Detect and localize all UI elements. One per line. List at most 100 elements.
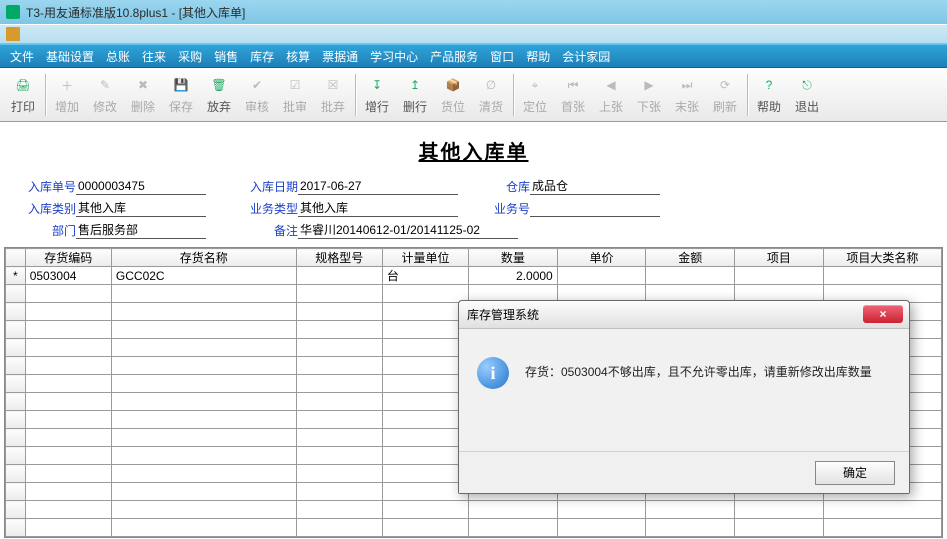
menu-文件[interactable]: 文件 [4,48,40,65]
cell-empty[interactable] [111,375,296,393]
cell-empty[interactable] [296,519,382,537]
cell-empty[interactable] [382,483,468,501]
cell-empty[interactable] [25,303,111,321]
menu-学习中心[interactable]: 学习中心 [364,48,424,65]
menu-总账[interactable]: 总账 [100,48,136,65]
cell-amt[interactable] [646,267,735,285]
cell-empty[interactable] [382,519,468,537]
tool-print[interactable]: 🖨打印 [4,70,42,119]
col-header[interactable]: 项目大类名称 [823,249,941,267]
cell-projcat[interactable] [823,267,941,285]
menu-采购[interactable]: 采购 [172,48,208,65]
col-header[interactable]: 存货名称 [111,249,296,267]
cell-empty[interactable] [296,357,382,375]
col-header[interactable]: 单价 [557,249,646,267]
menu-窗口[interactable]: 窗口 [484,48,520,65]
ok-button[interactable]: 确定 [815,461,895,485]
cell-empty[interactable] [25,393,111,411]
cell-empty[interactable] [111,393,296,411]
cell-empty[interactable] [111,411,296,429]
table-row[interactable] [6,501,942,519]
col-header[interactable]: 规格型号 [296,249,382,267]
menu-票据通[interactable]: 票据通 [316,48,364,65]
cell-empty[interactable] [382,393,468,411]
cell-empty[interactable] [296,501,382,519]
input-dept[interactable] [76,221,206,239]
col-header[interactable]: 存货编码 [25,249,111,267]
cell-empty[interactable] [111,321,296,339]
tool-exit[interactable]: ⎋退出 [788,70,826,119]
tool-insrow[interactable]: ↧增行 [358,70,396,119]
cell-empty[interactable] [382,339,468,357]
col-header[interactable]: 项目 [735,249,824,267]
cell-empty[interactable] [111,519,296,537]
cell-empty[interactable] [382,357,468,375]
cell-empty[interactable] [382,303,468,321]
cell-empty[interactable] [382,285,468,303]
cell-empty[interactable] [111,483,296,501]
cell-empty[interactable] [646,501,735,519]
cell-empty[interactable] [296,429,382,447]
cell-empty[interactable] [735,501,824,519]
menu-基础设置[interactable]: 基础设置 [40,48,100,65]
menu-往来[interactable]: 往来 [136,48,172,65]
menu-帮助[interactable]: 帮助 [520,48,556,65]
cell-empty[interactable] [823,519,941,537]
cell-empty[interactable] [382,429,468,447]
cell-qty[interactable]: 2.0000 [469,267,558,285]
cell-empty[interactable] [111,447,296,465]
cell-empty[interactable] [296,303,382,321]
menu-销售[interactable]: 销售 [208,48,244,65]
cell-empty[interactable] [25,483,111,501]
cell-empty[interactable] [382,321,468,339]
cell-price[interactable] [557,267,646,285]
input-no[interactable] [76,177,206,195]
input-biztype[interactable] [298,199,458,217]
cell-empty[interactable] [382,465,468,483]
cell-empty[interactable] [296,411,382,429]
cell-empty[interactable] [382,375,468,393]
cell-empty[interactable] [646,519,735,537]
cell-empty[interactable] [382,447,468,465]
cell-empty[interactable] [25,447,111,465]
cell-empty[interactable] [111,339,296,357]
col-header[interactable]: 数量 [469,249,558,267]
cell-empty[interactable] [111,303,296,321]
cell-name[interactable]: GCC02C [111,267,296,285]
cell-empty[interactable] [25,357,111,375]
input-wh[interactable] [530,177,660,195]
cell-proj[interactable] [735,267,824,285]
cell-empty[interactable] [296,285,382,303]
cell-empty[interactable] [25,465,111,483]
cell-empty[interactable] [25,429,111,447]
input-type[interactable] [76,199,206,217]
cell-empty[interactable] [557,519,646,537]
cell-empty[interactable] [296,393,382,411]
cell-empty[interactable] [557,501,646,519]
menu-会计家园[interactable]: 会计家园 [556,48,616,65]
cell-empty[interactable] [111,285,296,303]
table-row[interactable]: *0503004GCC02C台2.0000 [6,267,942,285]
table-row[interactable] [6,519,942,537]
menu-库存[interactable]: 库存 [244,48,280,65]
cell-empty[interactable] [382,411,468,429]
cell-empty[interactable] [296,375,382,393]
cell-empty[interactable] [296,465,382,483]
module-icon[interactable] [6,27,20,41]
cell-empty[interactable] [469,519,558,537]
close-icon[interactable]: × [863,305,903,323]
cell-code[interactable]: 0503004 [25,267,111,285]
cell-empty[interactable] [25,411,111,429]
cell-empty[interactable] [735,519,824,537]
cell-empty[interactable] [111,465,296,483]
tool-help[interactable]: ?帮助 [750,70,788,119]
cell-empty[interactable] [25,375,111,393]
cell-empty[interactable] [25,285,111,303]
cell-spec[interactable] [296,267,382,285]
menu-产品服务[interactable]: 产品服务 [424,48,484,65]
input-bizno[interactable] [530,199,660,217]
cell-empty[interactable] [382,501,468,519]
cell-empty[interactable] [296,483,382,501]
tool-discard[interactable]: 🗑放弃 [200,70,238,119]
menu-核算[interactable]: 核算 [280,48,316,65]
